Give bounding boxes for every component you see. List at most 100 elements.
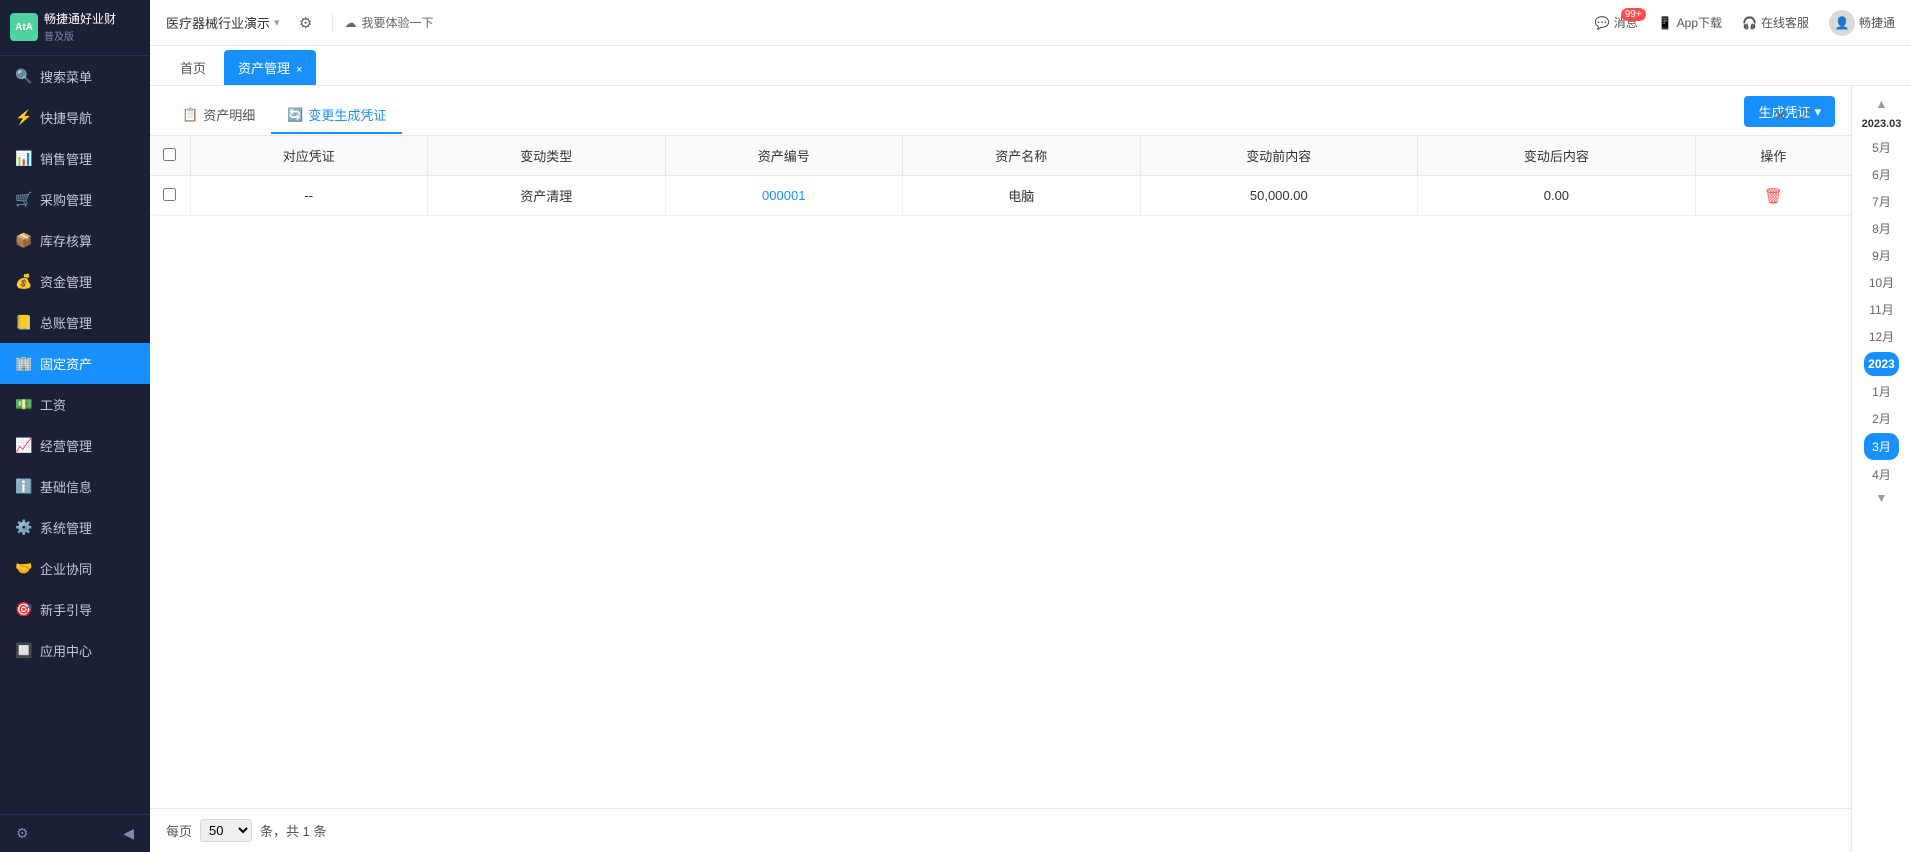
sidebar-label-purchase: 采购管理: [40, 190, 92, 209]
sidebar-icon-fixedasset: 🏢: [16, 355, 32, 371]
row-delete-icon-0[interactable]: 🗑: [1764, 188, 1783, 205]
sidebar-icon-ledger: 📒: [16, 314, 32, 330]
app-download-label: App下载: [1677, 14, 1722, 31]
row-voucher-0: --: [190, 176, 428, 216]
sub-tab-asset-list[interactable]: 📋 资产明细: [166, 97, 271, 134]
timeline-month-prev-5月[interactable]: 5月: [1858, 134, 1905, 161]
sidebar-item-search[interactable]: 🔍 搜索菜单: [0, 56, 150, 97]
sidebar-item-basicinfo[interactable]: ℹ️ 基础信息: [0, 466, 150, 507]
sidebar-item-newguide[interactable]: 🎯 新手引导: [0, 589, 150, 630]
topbar: 医疗器械行业演示 ▾ ⚙ ☁ 我要体验一下 💬 消息 99+ 📱 App下载 🎧…: [150, 0, 1911, 46]
sub-tab-label-change-voucher: 变更生成凭证: [308, 105, 386, 124]
sidebar-label-newguide: 新手引导: [40, 600, 92, 619]
app-download-action[interactable]: 📱 App下载: [1658, 14, 1722, 31]
sidebar-icon-bizmanage: 📈: [16, 437, 32, 453]
sidebar-icon-enterprise: 🤝: [16, 560, 32, 576]
tabbar: 首页资产管理×: [150, 46, 1911, 86]
timeline-month-prev-10月[interactable]: 10月: [1858, 269, 1905, 296]
sidebar-scroll: 🔍 搜索菜单⚡ 快捷导航📊 销售管理🛒 采购管理📦 库存核算💰 资金管理📒 总账…: [0, 56, 150, 814]
cloud-icon: ☁: [345, 16, 357, 30]
sidebar-label-finance: 资金管理: [40, 272, 92, 291]
panel-close-icon[interactable]: ✕: [1774, 106, 1787, 126]
logo-version: 普及版: [44, 28, 116, 43]
timeline-month-current-2月[interactable]: 2月: [1858, 405, 1905, 432]
sidebar-item-quicknav[interactable]: ⚡ 快捷导航: [0, 97, 150, 138]
timeline-month-prev-7月[interactable]: 7月: [1858, 188, 1905, 215]
sub-tab-change-voucher[interactable]: 🔄 变更生成凭证: [271, 97, 402, 134]
asset-table: 对应凭证变动类型资产编号资产名称变动前内容变动后内容操作 -- 资产清理 000…: [150, 136, 1851, 216]
table-header-col-3: 资产名称: [903, 136, 1141, 176]
sub-tab-icon-asset-list: 📋: [182, 107, 198, 123]
sidebar-item-finance[interactable]: 💰 资金管理: [0, 261, 150, 302]
timeline-month-prev-9月[interactable]: 9月: [1858, 242, 1905, 269]
main-area: 医疗器械行业演示 ▾ ⚙ ☁ 我要体验一下 💬 消息 99+ 📱 App下载 🎧…: [150, 0, 1911, 852]
collapse-icon[interactable]: ◀: [123, 825, 134, 842]
tab-close-asset[interactable]: ×: [296, 64, 302, 76]
row-asset-no-0: 000001: [665, 176, 903, 216]
sidebar-icon-search: 🔍: [16, 68, 32, 84]
sidebar-label-enterprise: 企业协同: [40, 559, 92, 578]
sidebar-icon-payroll: 💵: [16, 396, 32, 412]
company-chevron-icon: ▾: [274, 16, 280, 29]
sidebar-item-ledger[interactable]: 📒 总账管理: [0, 302, 150, 343]
timeline-month-prev-11月[interactable]: 11月: [1858, 296, 1905, 323]
sidebar-item-sales[interactable]: 📊 销售管理: [0, 138, 150, 179]
timeline-month-current-3月[interactable]: 3月: [1864, 433, 1899, 460]
timeline-up-button[interactable]: ▲: [1873, 94, 1891, 114]
timeline-month-current-4月[interactable]: 4月: [1858, 461, 1905, 488]
sidebar-icon-newguide: 🎯: [16, 601, 32, 617]
sidebar-label-inventory: 库存核算: [40, 231, 92, 250]
sidebar-logo: AtA 畅捷通好业财 普及版: [0, 0, 150, 56]
timeline-month-prev-6月[interactable]: 6月: [1858, 161, 1905, 188]
row-checkbox-0[interactable]: [163, 188, 176, 201]
experience-label: 我要体验一下: [362, 14, 434, 31]
sidebar-item-inventory[interactable]: 📦 库存核算: [0, 220, 150, 261]
row-action-0: 🗑: [1695, 176, 1851, 216]
sidebar-item-enterprise[interactable]: 🤝 企业协同: [0, 548, 150, 589]
user-action[interactable]: 👤 畅捷通: [1829, 10, 1895, 36]
sidebar-icon-quicknav: ⚡: [16, 109, 32, 125]
company-selector[interactable]: 医疗器械行业演示 ▾: [166, 13, 280, 32]
timeline-down-button[interactable]: ▼: [1873, 488, 1891, 508]
sidebar-item-bizmanage[interactable]: 📈 经营管理: [0, 425, 150, 466]
timeline-month-current-1月[interactable]: 1月: [1858, 378, 1905, 405]
message-action[interactable]: 💬 消息 99+: [1595, 14, 1638, 31]
download-icon: 📱: [1658, 16, 1673, 30]
sidebar-item-appcenter[interactable]: 🔲 应用中心: [0, 630, 150, 671]
table-header-col-6: 操作: [1695, 136, 1851, 176]
table-header-col-1: 变动类型: [428, 136, 666, 176]
sidebar-item-sysmanage[interactable]: ⚙️ 系统管理: [0, 507, 150, 548]
sidebar-icon-appcenter: 🔲: [16, 642, 32, 658]
table-header-col-0: 对应凭证: [190, 136, 428, 176]
message-icon: 💬: [1595, 16, 1610, 30]
sidebar-item-payroll[interactable]: 💵 工资: [0, 384, 150, 425]
sidebar-label-quicknav: 快捷导航: [40, 108, 92, 127]
table-header-col-5: 变动后内容: [1418, 136, 1696, 176]
right-panel: ▲ 2023.03 5月6月7月8月9月10月11月12月20231月2月3月4…: [1851, 86, 1911, 852]
tab-asset[interactable]: 资产管理×: [224, 50, 316, 85]
generate-voucher-button[interactable]: 生成凭证 ▾: [1744, 96, 1835, 127]
sidebar-item-purchase[interactable]: 🛒 采购管理: [0, 179, 150, 220]
tab-home[interactable]: 首页: [166, 50, 220, 85]
sub-tabs: 📋 资产明细🔄 变更生成凭证 生成凭证 ▾: [150, 86, 1851, 136]
sub-tab-label-asset-list: 资产明细: [203, 105, 255, 124]
table-header-col-2: 资产编号: [665, 136, 903, 176]
table-row: -- 资产清理 000001 电脑 50,000.00 0.00 🗑: [150, 176, 1851, 216]
sidebar-item-fixedasset[interactable]: 🏢 固定资产: [0, 343, 150, 384]
experience-button[interactable]: ☁ 我要体验一下: [345, 14, 434, 31]
timeline-month-prev-8月[interactable]: 8月: [1858, 215, 1905, 242]
online-service-action[interactable]: 🎧 在线客服: [1742, 14, 1809, 31]
settings-bottom-icon[interactable]: ⚙: [16, 825, 29, 842]
topbar-right: 💬 消息 99+ 📱 App下载 🎧 在线客服 👤 畅捷通: [1595, 10, 1895, 36]
logo-icon: AtA: [10, 13, 38, 41]
timeline-month-prev-12月[interactable]: 12月: [1858, 323, 1905, 350]
table-wrapper: 对应凭证变动类型资产编号资产名称变动前内容变动后内容操作 -- 资产清理 000…: [150, 136, 1851, 808]
sidebar: AtA 畅捷通好业财 普及版 🔍 搜索菜单⚡ 快捷导航📊 销售管理🛒 采购管理📦…: [0, 0, 150, 852]
per-page-select[interactable]: 102050100: [200, 819, 252, 842]
row-checkbox-cell-0: [150, 176, 190, 216]
sidebar-label-fixedasset: 固定资产: [40, 354, 92, 373]
sidebar-icon-finance: 💰: [16, 273, 32, 289]
panel-expand-icon[interactable]: ⤢: [1800, 106, 1811, 123]
select-all-checkbox[interactable]: [163, 148, 176, 161]
topbar-settings-icon[interactable]: ⚙: [292, 9, 320, 37]
